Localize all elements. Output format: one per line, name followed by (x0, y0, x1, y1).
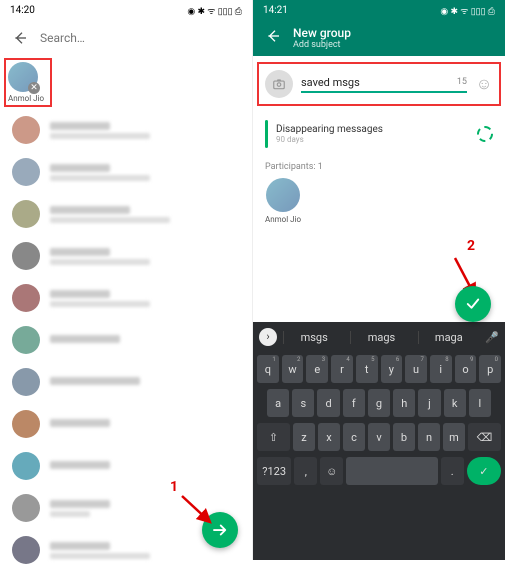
subject-row: saved msgs 15 ☺ (257, 62, 501, 106)
selected-contact-name: Anmol Jio (8, 94, 44, 103)
key-o[interactable]: o9 (455, 355, 477, 383)
timer-icon (477, 126, 493, 142)
key-shift[interactable]: ⇧ (257, 423, 290, 451)
annotation-arrow (178, 492, 218, 532)
disappearing-duration: 90 days (276, 135, 469, 144)
emoji-icon[interactable]: ☺ (475, 75, 493, 93)
key-u[interactable]: u7 (405, 355, 427, 383)
key-v[interactable]: v (368, 423, 390, 451)
key-emoji[interactable]: ☺ (320, 457, 343, 485)
key-q[interactable]: q1 (257, 355, 279, 383)
key-s[interactable]: s (292, 389, 314, 417)
suggestion[interactable]: mags (350, 331, 411, 344)
list-item[interactable] (0, 151, 252, 193)
search-bar (0, 20, 252, 56)
key-enter[interactable]: ✓ (467, 457, 501, 485)
annotation-number: 1 (170, 479, 178, 495)
keyboard: › msgs mags maga 🎤 q1 w2 e3 r4 t5 y6 u7 … (253, 322, 505, 560)
key-space[interactable] (346, 457, 438, 485)
suggestion-bar: › msgs mags maga 🎤 (253, 322, 505, 352)
key-p[interactable]: p0 (479, 355, 501, 383)
key-k[interactable]: k (444, 389, 466, 417)
mic-icon[interactable]: 🎤 (485, 331, 499, 344)
list-item[interactable] (0, 235, 252, 277)
list-item[interactable] (0, 277, 252, 319)
list-item[interactable] (0, 403, 252, 445)
page-subtitle: Add subject (293, 40, 351, 50)
key-l[interactable]: l (469, 389, 491, 417)
list-item[interactable] (0, 109, 252, 151)
status-time: 14:21 (263, 5, 288, 16)
key-y[interactable]: y6 (381, 355, 403, 383)
app-header: 14:21 ◉ ✱ ᯤ ▯▯▯ ⎙ New group Add subject (253, 0, 505, 56)
back-icon[interactable] (265, 28, 281, 48)
key-j[interactable]: j (418, 389, 440, 417)
key-b[interactable]: b (393, 423, 415, 451)
status-bar: 14:20 ◉ ✱ ᯤ ▯▯▯ ⎙ (0, 0, 252, 20)
annotation-number: 2 (467, 238, 475, 254)
suggestion[interactable]: maga (418, 331, 479, 344)
subject-counter: 15 (457, 77, 467, 87)
key-t[interactable]: t5 (356, 355, 378, 383)
key-d[interactable]: d (317, 389, 339, 417)
key-w[interactable]: w2 (282, 355, 304, 383)
subject-value: saved msgs (301, 76, 457, 89)
back-icon[interactable] (12, 30, 28, 46)
list-item[interactable] (0, 361, 252, 403)
suggestion[interactable]: msgs (283, 331, 344, 344)
key-g[interactable]: g (368, 389, 390, 417)
search-input[interactable] (40, 31, 240, 45)
status-time: 14:20 (10, 5, 35, 16)
accent-bar (265, 120, 268, 148)
key-i[interactable]: i8 (430, 355, 452, 383)
participants-section: Participants: 1 Anmol Jio (253, 156, 505, 232)
confirm-fab[interactable] (455, 286, 491, 322)
key-period[interactable]: . (441, 457, 464, 485)
key-e[interactable]: e3 (306, 355, 328, 383)
key-r[interactable]: r4 (331, 355, 353, 383)
disappearing-label: Disappearing messages (276, 124, 469, 135)
subject-input[interactable]: saved msgs 15 (301, 76, 467, 93)
key-c[interactable]: c (343, 423, 365, 451)
participant-name: Anmol Jio (265, 215, 301, 224)
list-item[interactable] (0, 445, 252, 487)
status-icons: ◉ ✱ ᯤ ▯▯▯ ⎙ (187, 4, 242, 17)
contact-select-screen: 14:20 ◉ ✱ ᯤ ▯▯▯ ⎙ ✕ Anmol Jio 1 (0, 0, 253, 560)
status-bar: 14:21 ◉ ✱ ᯤ ▯▯▯ ⎙ (253, 0, 505, 20)
new-group-screen: 14:21 ◉ ✱ ᯤ ▯▯▯ ⎙ New group Add subject … (253, 0, 505, 560)
key-comma[interactable]: , (294, 457, 317, 485)
key-m[interactable]: m (443, 423, 465, 451)
group-photo-button[interactable] (265, 70, 293, 98)
participants-label: Participants: 1 (265, 162, 493, 172)
participant-chip[interactable]: Anmol Jio (265, 178, 301, 224)
page-title: New group (293, 26, 351, 40)
key-n[interactable]: n (418, 423, 440, 451)
key-backspace[interactable]: ⌫ (468, 423, 501, 451)
list-item[interactable] (0, 319, 252, 361)
selected-contact-chip[interactable]: ✕ Anmol Jio (4, 58, 52, 107)
list-item[interactable] (0, 193, 252, 235)
remove-icon[interactable]: ✕ (28, 82, 40, 94)
key-z[interactable]: z (293, 423, 315, 451)
key-f[interactable]: f (343, 389, 365, 417)
key-a[interactable]: a (267, 389, 289, 417)
status-icons: ◉ ✱ ᯤ ▯▯▯ ⎙ (440, 4, 495, 17)
expand-icon[interactable]: › (259, 328, 277, 346)
avatar (266, 178, 300, 212)
key-h[interactable]: h (393, 389, 415, 417)
key-symbols[interactable]: ?123 (257, 457, 291, 485)
disappearing-messages-row[interactable]: Disappearing messages 90 days (253, 112, 505, 156)
key-x[interactable]: x (318, 423, 340, 451)
